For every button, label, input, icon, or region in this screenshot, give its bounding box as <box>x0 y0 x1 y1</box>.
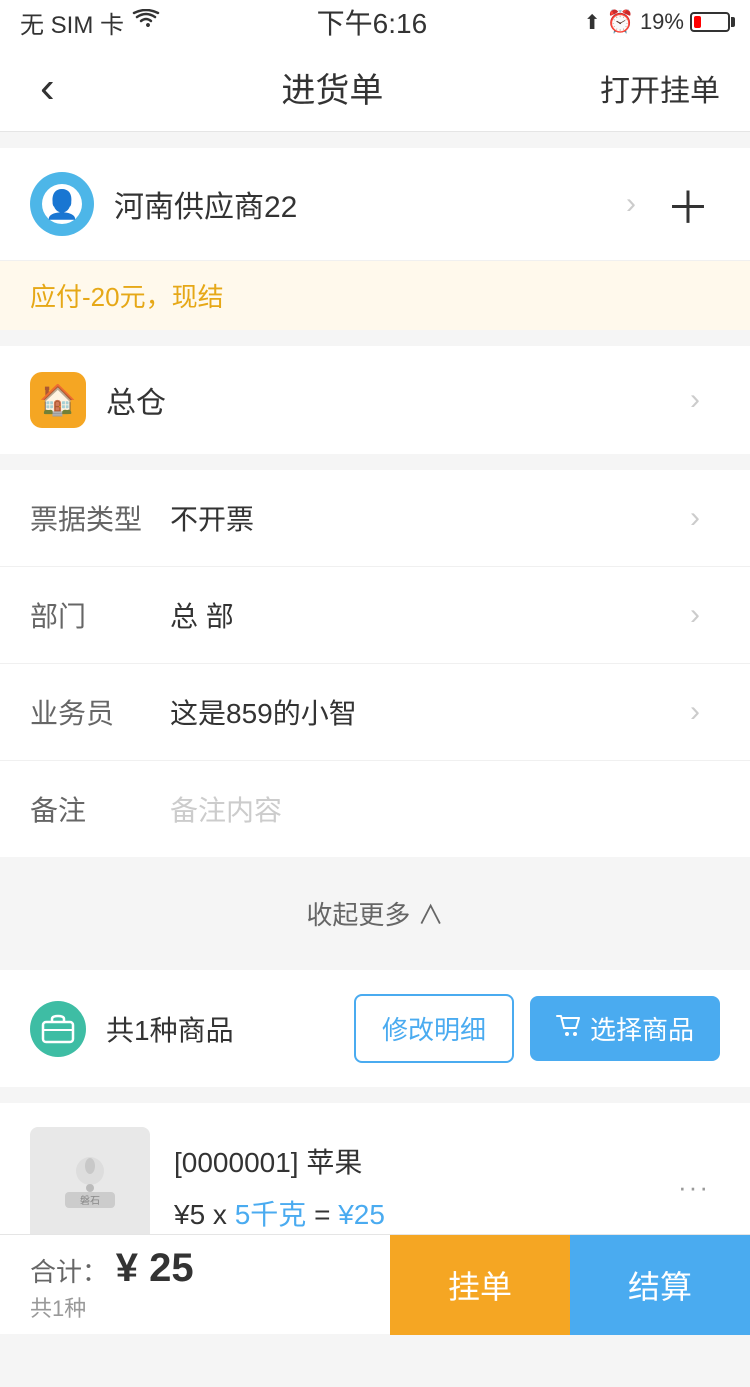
form-section: 票据类型 不开票 › 部门 总 部 › 业务员 这是859的小智 › 备注 备注… <box>0 470 750 857</box>
chevron-right-icon: › <box>626 187 636 221</box>
hang-button[interactable]: 挂单 <box>390 1235 570 1335</box>
total-section: 合计： ¥ 25 共1种 <box>0 1246 390 1323</box>
total-label: 合计： <box>30 1257 108 1287</box>
wifi-icon <box>132 8 160 36</box>
battery-percent: 19% <box>640 9 684 35</box>
product-title: 苹果 <box>306 1147 362 1178</box>
warehouse-section: 🏠 总仓 › <box>0 346 750 454</box>
product-price: ¥5 x 5千克 = ¥25 <box>174 1193 668 1233</box>
product-icon-wrap <box>30 1001 86 1057</box>
warehouse-name: 总仓 <box>106 378 690 422</box>
total-price: ¥25 <box>338 1199 385 1230</box>
status-time: 下午6:16 <box>317 2 428 42</box>
equals-sign: = <box>314 1199 338 1230</box>
svg-text:磐石: 磐石 <box>80 1194 100 1207</box>
checkout-button[interactable]: 结算 <box>570 1235 750 1335</box>
nav-bar: ‹ 进货单 打开挂单 <box>0 44 750 132</box>
warehouse-icon: 🏠 <box>30 372 86 428</box>
open-hang-button[interactable]: 打开挂单 <box>600 66 720 110</box>
remark-label: 备注 <box>30 789 170 829</box>
sales-label: 业务员 <box>30 692 170 732</box>
person-icon: 👤 <box>45 188 80 221</box>
status-bar-right: ⬆ ⏰ 19% <box>584 9 730 35</box>
collapse-label: 收起更多 ∧ <box>306 900 443 930</box>
sales-value: 这是859的小智 <box>170 692 690 732</box>
product-count: 共1种商品 <box>106 1009 354 1049</box>
invoice-value: 不开票 <box>170 498 690 538</box>
cart-icon <box>556 1013 582 1044</box>
chevron-right-icon: › <box>690 598 700 632</box>
status-bar: 无 SIM 卡 下午6:16 ⬆ ⏰ 19% <box>0 0 750 44</box>
qty-value: 5千克 <box>235 1199 307 1230</box>
select-product-button[interactable]: 选择商品 <box>530 996 720 1061</box>
unit-price: ¥5 x <box>174 1199 235 1230</box>
modify-detail-button[interactable]: 修改明细 <box>354 994 514 1063</box>
product-thumbnail: 磐石 <box>30 1127 150 1247</box>
chevron-right-icon: › <box>690 383 700 417</box>
carrier-label: 无 SIM 卡 <box>20 5 124 40</box>
dept-label: 部门 <box>30 595 170 635</box>
total-sub: 共1种 <box>30 1291 360 1323</box>
notice-text: 应付-20元，现结 <box>30 282 224 312</box>
select-product-label: 选择商品 <box>590 1010 694 1047</box>
more-button[interactable]: ··· <box>668 1162 720 1213</box>
sales-row[interactable]: 业务员 这是859的小智 › <box>0 663 750 760</box>
bottom-bar: 合计： ¥ 25 共1种 挂单 结算 <box>0 1234 750 1334</box>
back-button[interactable]: ‹ <box>30 53 65 123</box>
dept-value: 总 部 <box>170 595 690 635</box>
invoice-row[interactable]: 票据类型 不开票 › <box>0 470 750 566</box>
supplier-name: 河南供应商22 <box>114 182 626 226</box>
chevron-right-icon: › <box>690 695 700 729</box>
total-amount: ¥ 25 <box>116 1246 194 1290</box>
product-info: [0000001] 苹果 ¥5 x 5千克 = ¥25 <box>174 1141 668 1233</box>
page-title: 进货单 <box>281 63 383 112</box>
notice-banner: 应付-20元，现结 <box>0 261 750 330</box>
location-icon: ⬆ <box>584 10 601 35</box>
supplier-section: 👤 河南供应商22 › ＋ 应付-20元，现结 <box>0 148 750 330</box>
remark-row[interactable]: 备注 备注内容 <box>0 760 750 857</box>
add-button[interactable]: ＋ <box>656 172 720 236</box>
battery-icon <box>690 12 730 32</box>
remark-placeholder: 备注内容 <box>170 789 720 829</box>
product-name: [0000001] 苹果 <box>174 1141 668 1181</box>
product-thumb-icon: 磐石 <box>55 1146 125 1229</box>
product-header: 共1种商品 修改明细 选择商品 <box>0 970 750 1087</box>
warehouse-row[interactable]: 🏠 总仓 › <box>0 346 750 454</box>
supplier-row[interactable]: 👤 河南供应商22 › ＋ <box>0 148 750 261</box>
chevron-right-icon: › <box>690 501 700 535</box>
invoice-label: 票据类型 <box>30 498 170 538</box>
dept-row[interactable]: 部门 总 部 › <box>0 566 750 663</box>
supplier-avatar: 👤 <box>30 172 94 236</box>
alarm-icon: ⏰ <box>607 9 634 35</box>
collapse-row[interactable]: 收起更多 ∧ <box>0 873 750 954</box>
product-code: [0000001] <box>174 1147 306 1178</box>
status-bar-left: 无 SIM 卡 <box>20 5 160 40</box>
